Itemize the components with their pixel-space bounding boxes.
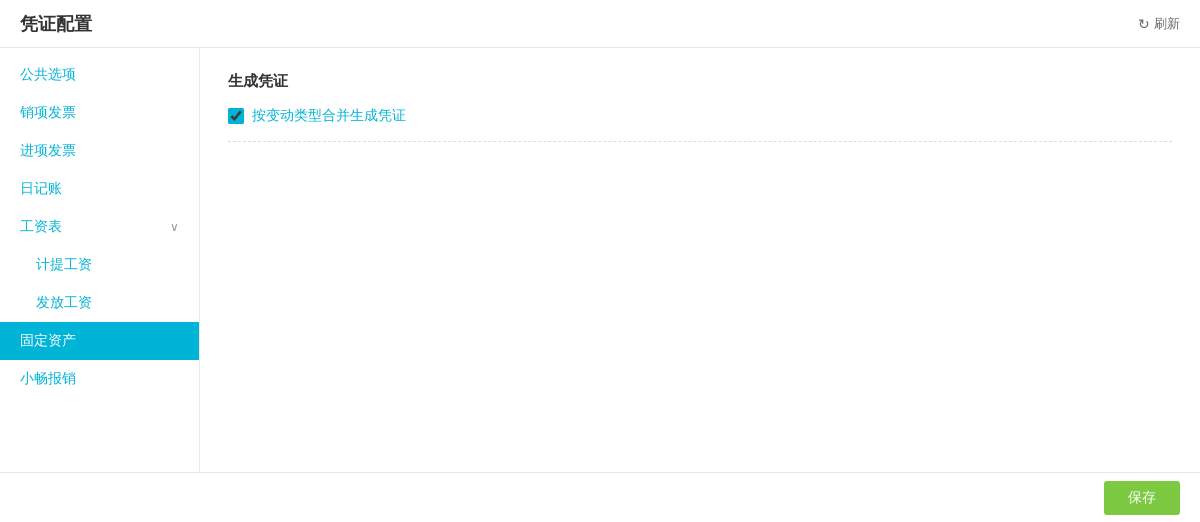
sidebar-item-label: 销项发票 [20, 104, 76, 122]
section-divider [228, 141, 1172, 142]
refresh-button[interactable]: ↻ 刷新 [1138, 15, 1180, 33]
page-title: 凭证配置 [20, 12, 92, 36]
sidebar-item-label: 日记账 [20, 180, 62, 198]
sidebar-item-label: 发放工资 [36, 294, 92, 312]
sidebar-item-sales-invoice[interactable]: 销项发票 [0, 94, 199, 132]
merge-by-type-label: 按变动类型合并生成凭证 [252, 107, 406, 125]
section-title: 生成凭证 [228, 72, 1172, 91]
sidebar: 公共选项 销项发票 进项发票 日记账 工资表 ∨ 计提工资 发放工资 固定资 [0, 48, 200, 472]
option-row: 按变动类型合并生成凭证 [228, 107, 1172, 125]
sidebar-item-accrued-salary[interactable]: 计提工资 [0, 246, 199, 284]
save-button[interactable]: 保存 [1104, 481, 1180, 515]
sidebar-item-fixed-assets[interactable]: 固定资产 [0, 322, 199, 360]
sidebar-item-purchase-invoice[interactable]: 进项发票 [0, 132, 199, 170]
sidebar-item-payroll[interactable]: 工资表 ∨ [0, 208, 199, 246]
sidebar-item-journal[interactable]: 日记账 [0, 170, 199, 208]
refresh-label: 刷新 [1154, 15, 1180, 33]
sidebar-item-label: 进项发票 [20, 142, 76, 160]
main-content: 生成凭证 按变动类型合并生成凭证 [200, 48, 1200, 472]
page-footer: 保存 [0, 472, 1200, 522]
chevron-down-icon: ∨ [170, 220, 179, 234]
page-wrapper: 凭证配置 ↻ 刷新 公共选项 销项发票 进项发票 日记账 工资表 ∨ [0, 0, 1200, 522]
sidebar-item-label: 小畅报销 [20, 370, 76, 388]
page-body: 公共选项 销项发票 进项发票 日记账 工资表 ∨ 计提工资 发放工资 固定资 [0, 48, 1200, 472]
sidebar-item-paid-salary[interactable]: 发放工资 [0, 284, 199, 322]
sidebar-item-label: 计提工资 [36, 256, 92, 274]
sidebar-item-label: 固定资产 [20, 332, 76, 350]
refresh-icon: ↻ [1138, 16, 1150, 32]
sidebar-item-public-options[interactable]: 公共选项 [0, 56, 199, 94]
sidebar-item-label: 公共选项 [20, 66, 76, 84]
merge-by-type-checkbox[interactable] [228, 108, 244, 124]
sidebar-item-label: 工资表 [20, 218, 62, 236]
page-header: 凭证配置 ↻ 刷新 [0, 0, 1200, 48]
sidebar-item-expense-claim[interactable]: 小畅报销 [0, 360, 199, 398]
